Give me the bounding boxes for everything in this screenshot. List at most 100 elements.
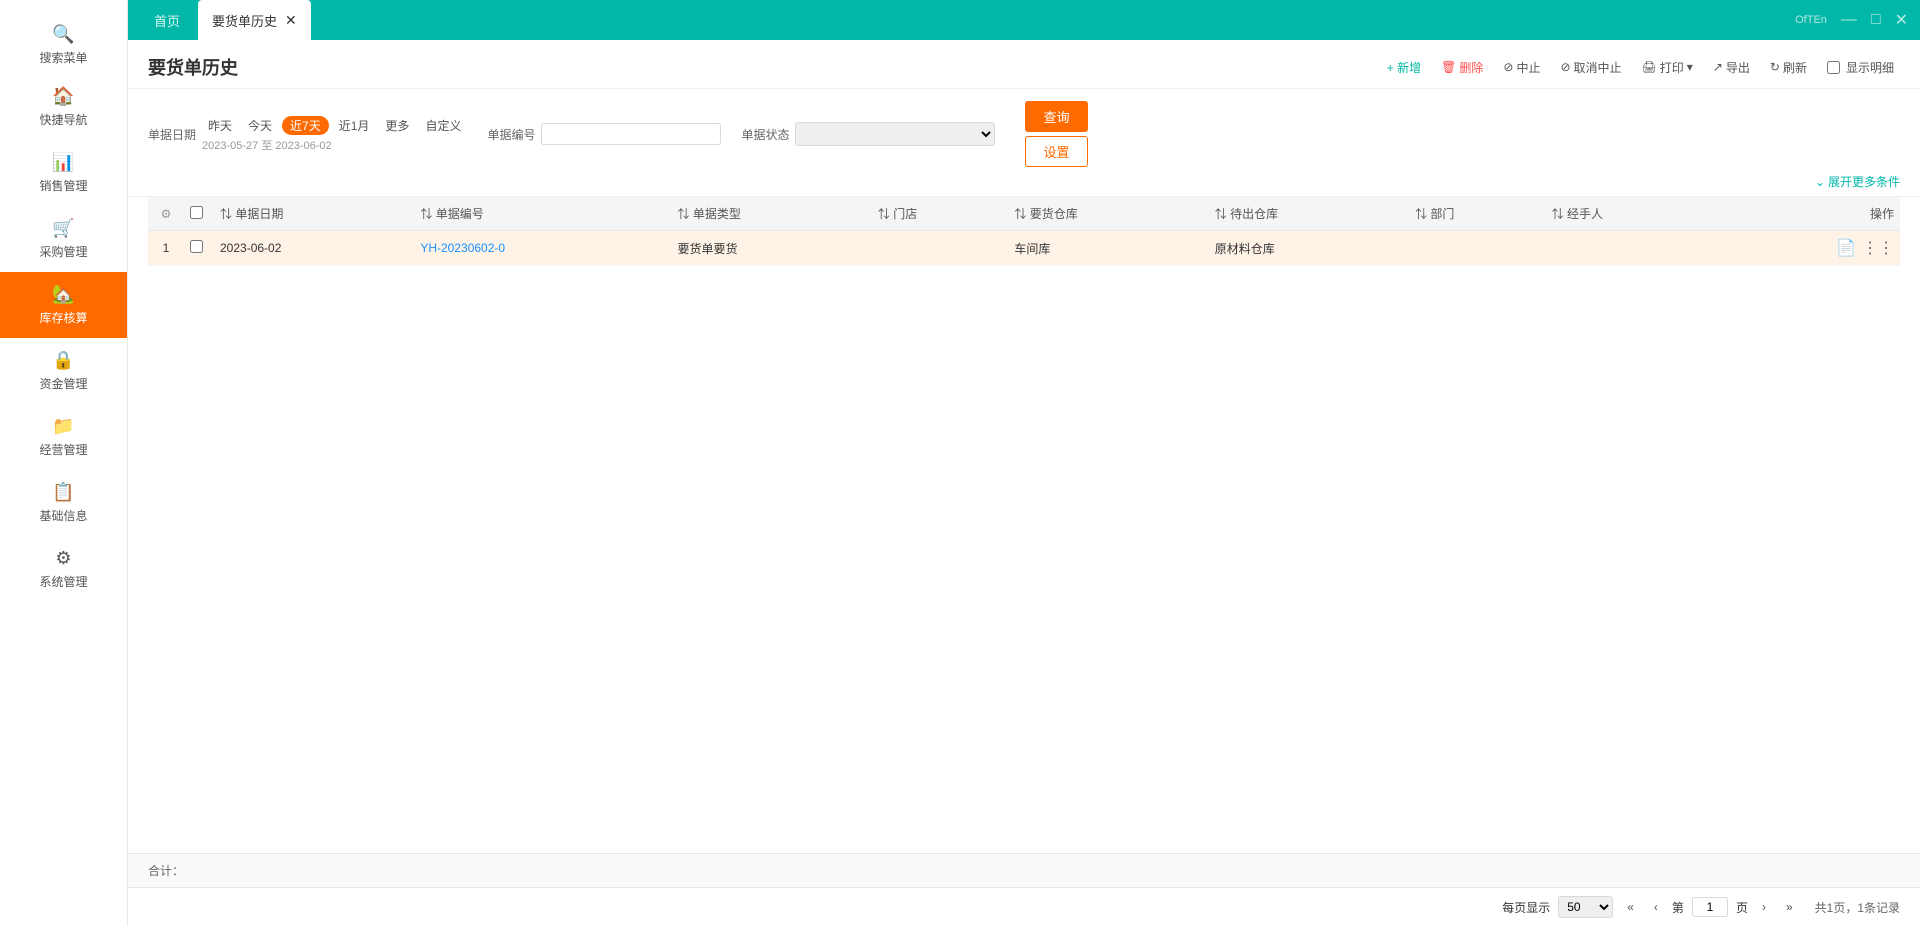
row-department bbox=[1409, 231, 1546, 266]
stop-button[interactable]: ⊘ 中止 bbox=[1497, 55, 1546, 80]
window-max-btn[interactable]: □ bbox=[1871, 11, 1881, 29]
print-dropdown-icon: ▾ bbox=[1687, 60, 1693, 74]
per-page-label: 每页显示 bbox=[1502, 899, 1550, 916]
col-store[interactable]: ⇅ 门店 bbox=[872, 197, 1009, 231]
stop-icon: ⊘ bbox=[1503, 60, 1513, 74]
display-detail-checkbox[interactable] bbox=[1827, 61, 1840, 74]
date-btn-today[interactable]: 今天 bbox=[242, 116, 278, 135]
col-handler[interactable]: ⇅ 经手人 bbox=[1546, 197, 1714, 231]
table-area: ⚙ ⇅ 单据日期 ⇅ 单据编号 ⇅ 单据类型 bbox=[128, 197, 1920, 853]
tab-home-label: 首页 bbox=[154, 11, 180, 30]
sidebar-item-finance[interactable]: 🔒 资金管理 bbox=[0, 338, 127, 404]
query-button[interactable]: 查询 bbox=[1025, 101, 1087, 132]
tab-history[interactable]: 要货单历史 ✕ bbox=[198, 0, 311, 40]
row-edit-icon[interactable]: 📄 bbox=[1836, 238, 1856, 258]
col-pending-warehouse[interactable]: ⇅ 待出仓库 bbox=[1209, 197, 1409, 231]
first-page-button[interactable]: « bbox=[1621, 898, 1640, 916]
sidebar-item-inventory[interactable]: 🏡 库存核算 bbox=[0, 272, 127, 338]
sort-icon: ⇅ bbox=[678, 207, 693, 221]
refresh-icon: ↻ bbox=[1770, 60, 1780, 74]
row-checkbox-cell[interactable] bbox=[184, 231, 214, 266]
window-min-btn[interactable]: — bbox=[1841, 11, 1857, 29]
row-store bbox=[872, 231, 1009, 266]
search-icon: 🔍 bbox=[52, 24, 74, 45]
col-checkbox[interactable] bbox=[184, 197, 214, 231]
window-close-btn[interactable]: ✕ bbox=[1895, 10, 1908, 30]
select-all-checkbox[interactable] bbox=[190, 206, 203, 219]
date-btn-custom[interactable]: 自定义 bbox=[419, 116, 467, 135]
sidebar-item-sales[interactable]: 📊 销售管理 bbox=[0, 140, 127, 206]
sidebar-item-operations[interactable]: 📁 经营管理 bbox=[0, 404, 127, 470]
settings-icon: ⚙ bbox=[161, 207, 172, 221]
date-filter: 单据日期 昨天 今天 近7天 近1月 更多 自定义 2023-05-27 至 2… bbox=[148, 116, 467, 153]
print-button[interactable]: 🖨 打印 ▾ bbox=[1636, 55, 1699, 80]
sidebar-label: 销售管理 bbox=[39, 177, 87, 194]
page-header: 要货单历史 + 新增 🗑 删除 ⊘ 中止 ⊘ 取消中止 🖨 打印 bbox=[128, 40, 1920, 89]
delete-icon: 🗑 bbox=[1441, 60, 1456, 74]
col-settings[interactable]: ⚙ bbox=[148, 197, 184, 231]
status-select[interactable] bbox=[795, 122, 995, 146]
sidebar-item-search[interactable]: 🔍 搜索菜单 bbox=[0, 10, 127, 74]
sidebar-label: 系统管理 bbox=[39, 573, 87, 590]
col-department[interactable]: ⇅ 部门 bbox=[1409, 197, 1546, 231]
date-btn-7days[interactable]: 近7天 bbox=[282, 116, 329, 135]
row-handler bbox=[1546, 231, 1714, 266]
sort-icon: ⇅ bbox=[1215, 207, 1230, 221]
sidebar-item-purchase[interactable]: 🛒 采购管理 bbox=[0, 206, 127, 272]
often-badge: OfTEn bbox=[1795, 14, 1827, 26]
col-bill-no[interactable]: ⇅ 单据编号 bbox=[414, 197, 671, 231]
bill-no-input[interactable] bbox=[541, 123, 721, 145]
sidebar-label: 库存核算 bbox=[39, 309, 87, 326]
date-btn-1month[interactable]: 近1月 bbox=[333, 116, 376, 135]
sort-icon: ⇅ bbox=[420, 207, 435, 221]
sidebar-label: 采购管理 bbox=[39, 243, 87, 260]
date-btn-yesterday[interactable]: 昨天 bbox=[202, 116, 238, 135]
refresh-button[interactable]: ↻ 刷新 bbox=[1764, 55, 1813, 80]
row-checkbox[interactable] bbox=[190, 240, 203, 253]
sidebar-item-quick-nav[interactable]: 🏠 快捷导航 bbox=[0, 74, 127, 140]
expand-filter-button[interactable]: ⌄ 展开更多条件 bbox=[1815, 173, 1900, 190]
col-bill-type[interactable]: ⇅ 单据类型 bbox=[672, 197, 872, 231]
last-page-button[interactable]: » bbox=[1780, 898, 1799, 916]
bill-no-filter: 单据编号 bbox=[487, 123, 721, 145]
prev-page-button[interactable]: ‹ bbox=[1648, 898, 1664, 916]
export-icon: ↗ bbox=[1713, 60, 1723, 74]
col-date[interactable]: ⇅ 单据日期 bbox=[214, 197, 414, 231]
per-page-select[interactable]: 50 100 bbox=[1558, 896, 1613, 918]
setting-button[interactable]: 设置 bbox=[1025, 136, 1087, 167]
delete-button[interactable]: 🗑 删除 bbox=[1435, 55, 1489, 80]
export-button[interactable]: ↗ 导出 bbox=[1707, 55, 1756, 80]
sidebar-label: 快捷导航 bbox=[39, 111, 87, 128]
filter-row: 单据日期 昨天 今天 近7天 近1月 更多 自定义 2023-05-27 至 2… bbox=[148, 101, 1900, 167]
operations-icon: 📁 bbox=[52, 416, 74, 437]
date-btn-more[interactable]: 更多 bbox=[379, 116, 415, 135]
tab-home[interactable]: 首页 bbox=[140, 0, 194, 40]
sidebar-item-basic-info[interactable]: 📋 基础信息 bbox=[0, 470, 127, 536]
sidebar-item-system[interactable]: ⚙ 系统管理 bbox=[0, 536, 127, 602]
row-bill-type: 要货单要货 bbox=[672, 231, 872, 266]
sidebar-label: 资金管理 bbox=[39, 375, 87, 392]
display-detail-button[interactable]: 显示明细 bbox=[1821, 55, 1900, 80]
filter-actions: 查询 设置 bbox=[1025, 101, 1087, 167]
chevron-down-icon: ⌄ bbox=[1815, 175, 1825, 189]
status-filter: 单据状态 bbox=[741, 122, 995, 146]
home-icon: 🏠 bbox=[52, 86, 74, 107]
new-button[interactable]: + 新增 bbox=[1381, 55, 1427, 80]
col-req-warehouse[interactable]: ⇅ 要货仓库 bbox=[1008, 197, 1208, 231]
table-row: 1 2023-06-02 YH-20230602-0 要货单要货 车间库 原材料… bbox=[148, 231, 1900, 266]
search-label: 搜索菜单 bbox=[39, 49, 87, 66]
row-index: 1 bbox=[148, 231, 184, 266]
sidebar-label: 经营管理 bbox=[39, 441, 87, 458]
finance-icon: 🔒 bbox=[52, 350, 74, 371]
summary-label: 合计： bbox=[148, 864, 184, 878]
row-pending-warehouse: 原材料仓库 bbox=[1209, 231, 1409, 266]
tab-history-label: 要货单历史 bbox=[212, 11, 277, 30]
row-bill-no[interactable]: YH-20230602-0 bbox=[414, 231, 671, 266]
cancel-stop-button[interactable]: ⊘ 取消中止 bbox=[1554, 55, 1627, 80]
next-page-button[interactable]: › bbox=[1756, 898, 1772, 916]
page-number-input[interactable] bbox=[1692, 897, 1728, 917]
date-filter-label: 单据日期 bbox=[148, 126, 196, 143]
tab-close-icon[interactable]: ✕ bbox=[285, 12, 297, 29]
sort-icon: ⇅ bbox=[1014, 207, 1029, 221]
row-more-icon[interactable]: ⋮⋮ bbox=[1862, 238, 1894, 258]
